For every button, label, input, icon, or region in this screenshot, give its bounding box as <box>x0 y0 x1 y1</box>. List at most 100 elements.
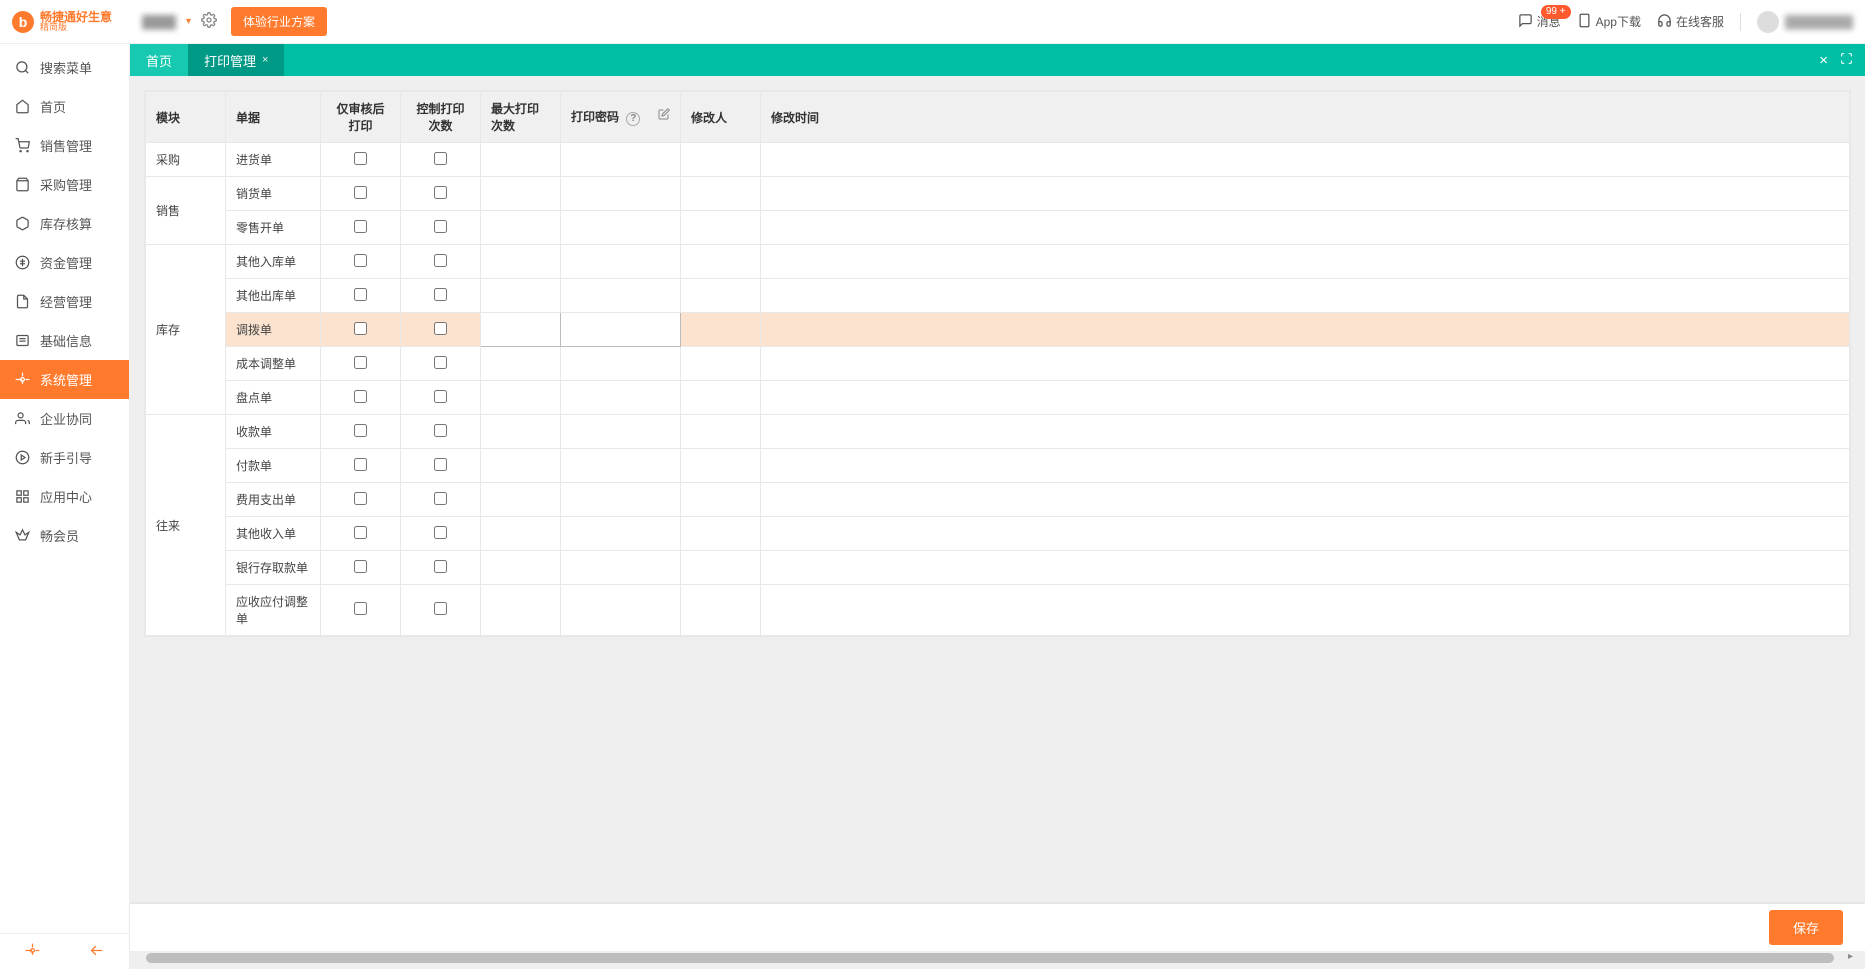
horizontal-scrollbar[interactable]: ▸ <box>146 953 1851 963</box>
col-doc: 单据 <box>226 92 321 143</box>
table-row: 盘点单 <box>146 381 1850 415</box>
cell-audit-only <box>321 279 401 313</box>
messages-link[interactable]: 消息 99 + <box>1518 13 1561 31</box>
checkbox[interactable] <box>434 560 447 573</box>
checkbox[interactable] <box>354 492 367 505</box>
scrollbar-thumb[interactable] <box>146 953 1834 963</box>
checkbox[interactable] <box>434 322 447 335</box>
app-download-label: App下载 <box>1596 13 1641 30</box>
checkbox[interactable] <box>354 458 367 471</box>
checkbox[interactable] <box>354 602 367 615</box>
sidebar-item-1[interactable]: 首页 <box>0 87 129 126</box>
user-menu[interactable]: ████████ <box>1757 11 1853 33</box>
divider <box>1740 13 1741 31</box>
apps-icon <box>14 489 30 505</box>
sidebar-collapse-icon[interactable] <box>89 943 104 961</box>
checkbox[interactable] <box>434 288 447 301</box>
sidebar-item-label: 新手引导 <box>40 448 92 467</box>
cart-icon <box>14 138 30 154</box>
cell-limit-count <box>401 415 481 449</box>
cell-modified-at <box>761 415 1850 449</box>
checkbox[interactable] <box>434 254 447 267</box>
scroll-right-icon[interactable]: ▸ <box>1848 951 1853 962</box>
tenant-switcher[interactable]: ████ ▾ <box>142 15 191 29</box>
sidebar-item-3[interactable]: 采购管理 <box>0 165 129 204</box>
checkbox[interactable] <box>434 220 447 233</box>
checkbox[interactable] <box>354 220 367 233</box>
tab-1[interactable]: 打印管理× <box>188 44 284 76</box>
cell-doc: 其他入库单 <box>226 245 321 279</box>
checkbox[interactable] <box>354 424 367 437</box>
sidebar-item-4[interactable]: 库存核算 <box>0 204 129 243</box>
sidebar-item-8[interactable]: 系统管理 <box>0 360 129 399</box>
cell-max-count[interactable] <box>481 313 561 347</box>
cell-modified-at <box>761 517 1850 551</box>
cell-modified-at <box>761 245 1850 279</box>
cell-audit-only <box>321 483 401 517</box>
settings-icon[interactable] <box>201 12 217 31</box>
sidebar-item-0[interactable]: 搜索菜单 <box>0 48 129 87</box>
help-icon[interactable]: ? <box>626 112 640 126</box>
checkbox[interactable] <box>434 526 447 539</box>
checkbox[interactable] <box>354 356 367 369</box>
industry-plan-button[interactable]: 体验行业方案 <box>231 7 327 36</box>
checkbox[interactable] <box>434 152 447 165</box>
online-service-label: 在线客服 <box>1676 13 1724 30</box>
sidebar-item-11[interactable]: 应用中心 <box>0 477 129 516</box>
guide-icon <box>14 450 30 466</box>
table-row: 调拨单 <box>146 313 1850 347</box>
checkbox[interactable] <box>434 458 447 471</box>
brand-icon: b <box>12 11 34 33</box>
sidebar-item-12[interactable]: 畅会员 <box>0 516 129 555</box>
checkbox[interactable] <box>354 322 367 335</box>
checkbox[interactable] <box>434 186 447 199</box>
col-audit-only: 仅审核后打印 <box>321 92 401 143</box>
content: 首页打印管理× × <box>130 44 1865 969</box>
cell-password <box>561 347 681 381</box>
edit-icon[interactable] <box>658 108 670 123</box>
sidebar-settings-icon[interactable] <box>25 943 40 961</box>
sidebar-footer <box>0 933 129 969</box>
cell-password[interactable] <box>561 313 681 347</box>
tab-close-icon[interactable]: × <box>262 54 268 66</box>
table-row: 银行存取款单 <box>146 551 1850 585</box>
fullscreen-icon[interactable] <box>1840 52 1853 68</box>
checkbox[interactable] <box>434 390 447 403</box>
checkbox[interactable] <box>354 186 367 199</box>
checkbox[interactable] <box>354 288 367 301</box>
headset-icon <box>1657 13 1672 31</box>
sidebar-item-10[interactable]: 新手引导 <box>0 438 129 477</box>
checkbox[interactable] <box>434 602 447 615</box>
gear-icon <box>14 372 30 388</box>
sidebar-item-9[interactable]: 企业协同 <box>0 399 129 438</box>
checkbox[interactable] <box>434 492 447 505</box>
checkbox[interactable] <box>354 254 367 267</box>
cell-modifier <box>681 347 761 381</box>
sidebar-item-2[interactable]: 销售管理 <box>0 126 129 165</box>
tab-0[interactable]: 首页 <box>130 44 188 76</box>
sidebar-item-7[interactable]: 基础信息 <box>0 321 129 360</box>
checkbox[interactable] <box>354 560 367 573</box>
cell-modified-at <box>761 211 1850 245</box>
checkbox[interactable] <box>354 390 367 403</box>
sidebar-item-6[interactable]: 经营管理 <box>0 282 129 321</box>
checkbox[interactable] <box>434 424 447 437</box>
cell-doc: 盘点单 <box>226 381 321 415</box>
cell-modified-at <box>761 551 1850 585</box>
tab-close-all-icon[interactable]: × <box>1819 52 1828 69</box>
checkbox[interactable] <box>354 526 367 539</box>
cell-modifier <box>681 517 761 551</box>
sidebar-item-5[interactable]: 资金管理 <box>0 243 129 282</box>
cell-doc: 零售开单 <box>226 211 321 245</box>
money-icon <box>14 255 30 271</box>
cell-modified-at <box>761 143 1850 177</box>
cell-password <box>561 279 681 313</box>
table-row: 零售开单 <box>146 211 1850 245</box>
cell-audit-only <box>321 313 401 347</box>
app-download-link[interactable]: App下载 <box>1577 13 1641 31</box>
checkbox[interactable] <box>434 356 447 369</box>
online-service-link[interactable]: 在线客服 <box>1657 13 1724 31</box>
checkbox[interactable] <box>354 152 367 165</box>
cell-modifier <box>681 381 761 415</box>
save-button[interactable]: 保存 <box>1769 910 1843 945</box>
